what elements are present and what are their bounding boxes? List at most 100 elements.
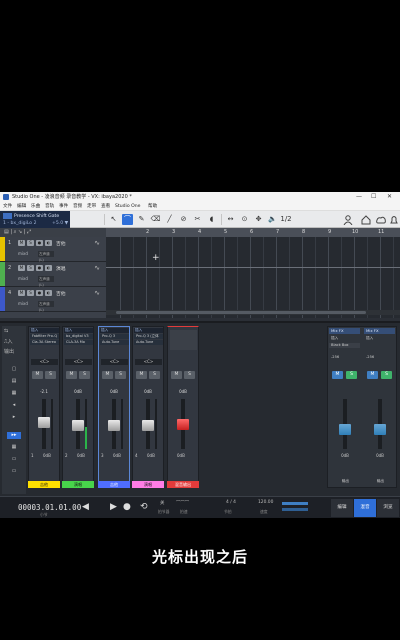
quantize-value[interactable]: 1/2 [279, 214, 293, 225]
rewind-button[interactable]: ◀ [82, 502, 89, 513]
mute-button[interactable]: M [18, 265, 25, 271]
insert-slot[interactable]: Cla-3A Stereo [30, 340, 59, 345]
menu-studio-one[interactable]: Studio One [115, 202, 140, 211]
bell-icon[interactable] [390, 215, 398, 225]
tempo-track-icon[interactable]: ⌒⌒⌒ [176, 500, 189, 506]
insert-slot[interactable]: Fabfilter Pro-Q [30, 334, 59, 339]
mixer-side-button[interactable]: ◂ [7, 402, 21, 409]
split-tool-icon[interactable]: ✂ [192, 214, 203, 225]
listen-icon[interactable]: 🔈 [267, 214, 278, 225]
volume-fader[interactable] [108, 420, 120, 432]
menu-song[interactable]: 乐曲 [31, 202, 40, 211]
record-button[interactable]: ● [36, 240, 43, 246]
mute-button[interactable]: M [332, 371, 343, 379]
solo-button[interactable]: S [79, 371, 90, 379]
mute-button[interactable]: M [32, 371, 43, 379]
mute-tool-icon[interactable]: ⊘ [178, 214, 189, 225]
solo-button[interactable]: S [184, 371, 195, 379]
person-icon[interactable] [343, 215, 353, 225]
solo-button[interactable]: S [45, 371, 56, 379]
mute-button[interactable]: M [367, 371, 378, 379]
solo-button[interactable]: S [27, 265, 34, 271]
insert-header[interactable]: 插入 [30, 328, 59, 333]
track-input[interactable]: 左声道(L) [38, 301, 54, 312]
insert-slot[interactable]: Auto-Tune [100, 340, 129, 345]
main-volume-fader[interactable] [177, 418, 189, 430]
mute-button[interactable]: M [18, 290, 25, 296]
monitor-button[interactable]: ◐ [45, 290, 52, 296]
main-insert-area[interactable] [170, 330, 197, 350]
maximize-button[interactable]: ☐ [371, 192, 376, 202]
mixer-channel-1[interactable]: 插入 Fabfilter Pro-Q Cla-3A Stereo <C> M S… [28, 326, 60, 488]
solo-button[interactable]: S [381, 371, 392, 379]
loop-button[interactable]: ⟲ [140, 502, 148, 513]
fx-volume-fader[interactable] [374, 424, 386, 436]
record-button[interactable]: ● [123, 502, 131, 513]
track-row[interactable]: 4 M S ● ◐ 吉他 mixd 左声道(L) ∿ [0, 287, 106, 312]
menu-track[interactable]: 音轨 [45, 202, 54, 211]
channel-label[interactable]: 演唱 [132, 481, 164, 488]
tab-edit[interactable]: 编辑 [331, 499, 353, 517]
bend-tool-icon[interactable]: ◖ [206, 214, 217, 225]
menu-transport[interactable]: 走带 [87, 202, 96, 211]
insert-slot[interactable]: CLA-3A Mo [64, 340, 93, 345]
fx-channel-2[interactable]: Mix FX 插入 -256 M S 0dB 输出 [363, 327, 397, 487]
solo-button[interactable]: S [115, 371, 126, 379]
mute-button[interactable]: M [66, 371, 77, 379]
mixer-channel-4[interactable]: 插入 Pro-Q 3 (立体 Auto-Tune <C> M S 0dB 4 0… [132, 326, 164, 488]
channel-label[interactable]: 混音输出 [167, 481, 199, 488]
move-icon[interactable]: ✥ [253, 214, 264, 225]
monitor-button[interactable]: ◐ [45, 265, 52, 271]
play-button[interactable]: ▶ [110, 502, 117, 513]
pan-control[interactable]: <C> [101, 359, 128, 365]
zoom-icon[interactable]: ⊙ [239, 214, 250, 225]
track-input[interactable]: 左声道(L) [38, 276, 54, 287]
channel-label[interactable]: 吉他 [98, 481, 130, 488]
channel-label[interactable]: 演唱 [62, 481, 94, 488]
mixer-side-button[interactable]: ▭ [7, 456, 21, 463]
mute-button[interactable]: M [102, 371, 113, 379]
solo-button[interactable]: S [149, 371, 160, 379]
volume-fader[interactable] [72, 420, 84, 432]
outputs-label[interactable]: 输出 [4, 348, 14, 355]
fx-output-label[interactable]: 输出 [364, 479, 395, 484]
fx-title[interactable]: Mix FX [364, 328, 395, 334]
scroll-thumb[interactable] [116, 311, 366, 314]
record-button[interactable]: ● [36, 290, 43, 296]
mute-button[interactable]: M [136, 371, 147, 379]
paint-tool-icon[interactable]: ╱ [164, 214, 175, 225]
mixer-side-button[interactable]: ▦ [7, 444, 21, 451]
cloud-icon[interactable] [376, 215, 386, 225]
track-input[interactable]: 左声道(L) [38, 251, 54, 262]
arrange-grid[interactable]: + [106, 237, 400, 318]
close-button[interactable]: ✕ [387, 192, 392, 202]
timeline-ruler[interactable]: 2 3 4 5 6 7 8 9 10 11 12 [106, 228, 400, 237]
insert-slot[interactable]: Pro-Q 3 (立体 [134, 334, 163, 339]
insert-header[interactable]: 插入 [64, 328, 93, 333]
fx-output-label[interactable]: 输出 [329, 479, 360, 484]
mixer-side-button[interactable]: ▢ [7, 366, 21, 373]
eraser-tool-icon[interactable]: ⌫ [150, 214, 161, 225]
insert-header[interactable]: 插入 [134, 328, 163, 333]
track-row[interactable]: 1 M S ● ◐ 吉他 mixd 左声道(L) ∿ [0, 237, 106, 262]
monitor-button[interactable]: ◐ [45, 240, 52, 246]
menu-view[interactable]: 查看 [101, 202, 110, 211]
mixer-side-button[interactable]: ▤ [7, 378, 21, 385]
insert-header[interactable]: 插入 [100, 328, 129, 333]
horizontal-scrollbar[interactable] [106, 310, 400, 315]
menu-help[interactable]: 帮助 [148, 202, 157, 211]
mixer-channel-2[interactable]: 插入 bx_digital V3 CLA-3A Mo <C> M S 0dB 2… [62, 326, 94, 488]
fx-volume-fader[interactable] [339, 424, 351, 436]
metronome-state[interactable]: 关 [160, 500, 164, 506]
mixer-channel-main[interactable]: M S 0dB 0dB 混音输出 [167, 326, 199, 488]
fx-channel-1[interactable]: Mix FX 插入 Black Box -256 M S 0dB 输出 [328, 327, 362, 487]
snap-icon[interactable]: ↔ [225, 214, 236, 225]
mixer-side-button[interactable]: ▸ [7, 414, 21, 421]
insert-slot[interactable]: bx_digital V3 [64, 334, 93, 339]
channel-label[interactable]: 吉他 [28, 481, 60, 488]
tab-browse[interactable]: 浏览 [377, 499, 399, 517]
record-button[interactable]: ● [36, 265, 43, 271]
insert-slot[interactable]: Auto-Tune [134, 340, 163, 345]
volume-fader[interactable] [38, 416, 50, 428]
time-signature[interactable]: 4 / 4 [226, 500, 236, 505]
